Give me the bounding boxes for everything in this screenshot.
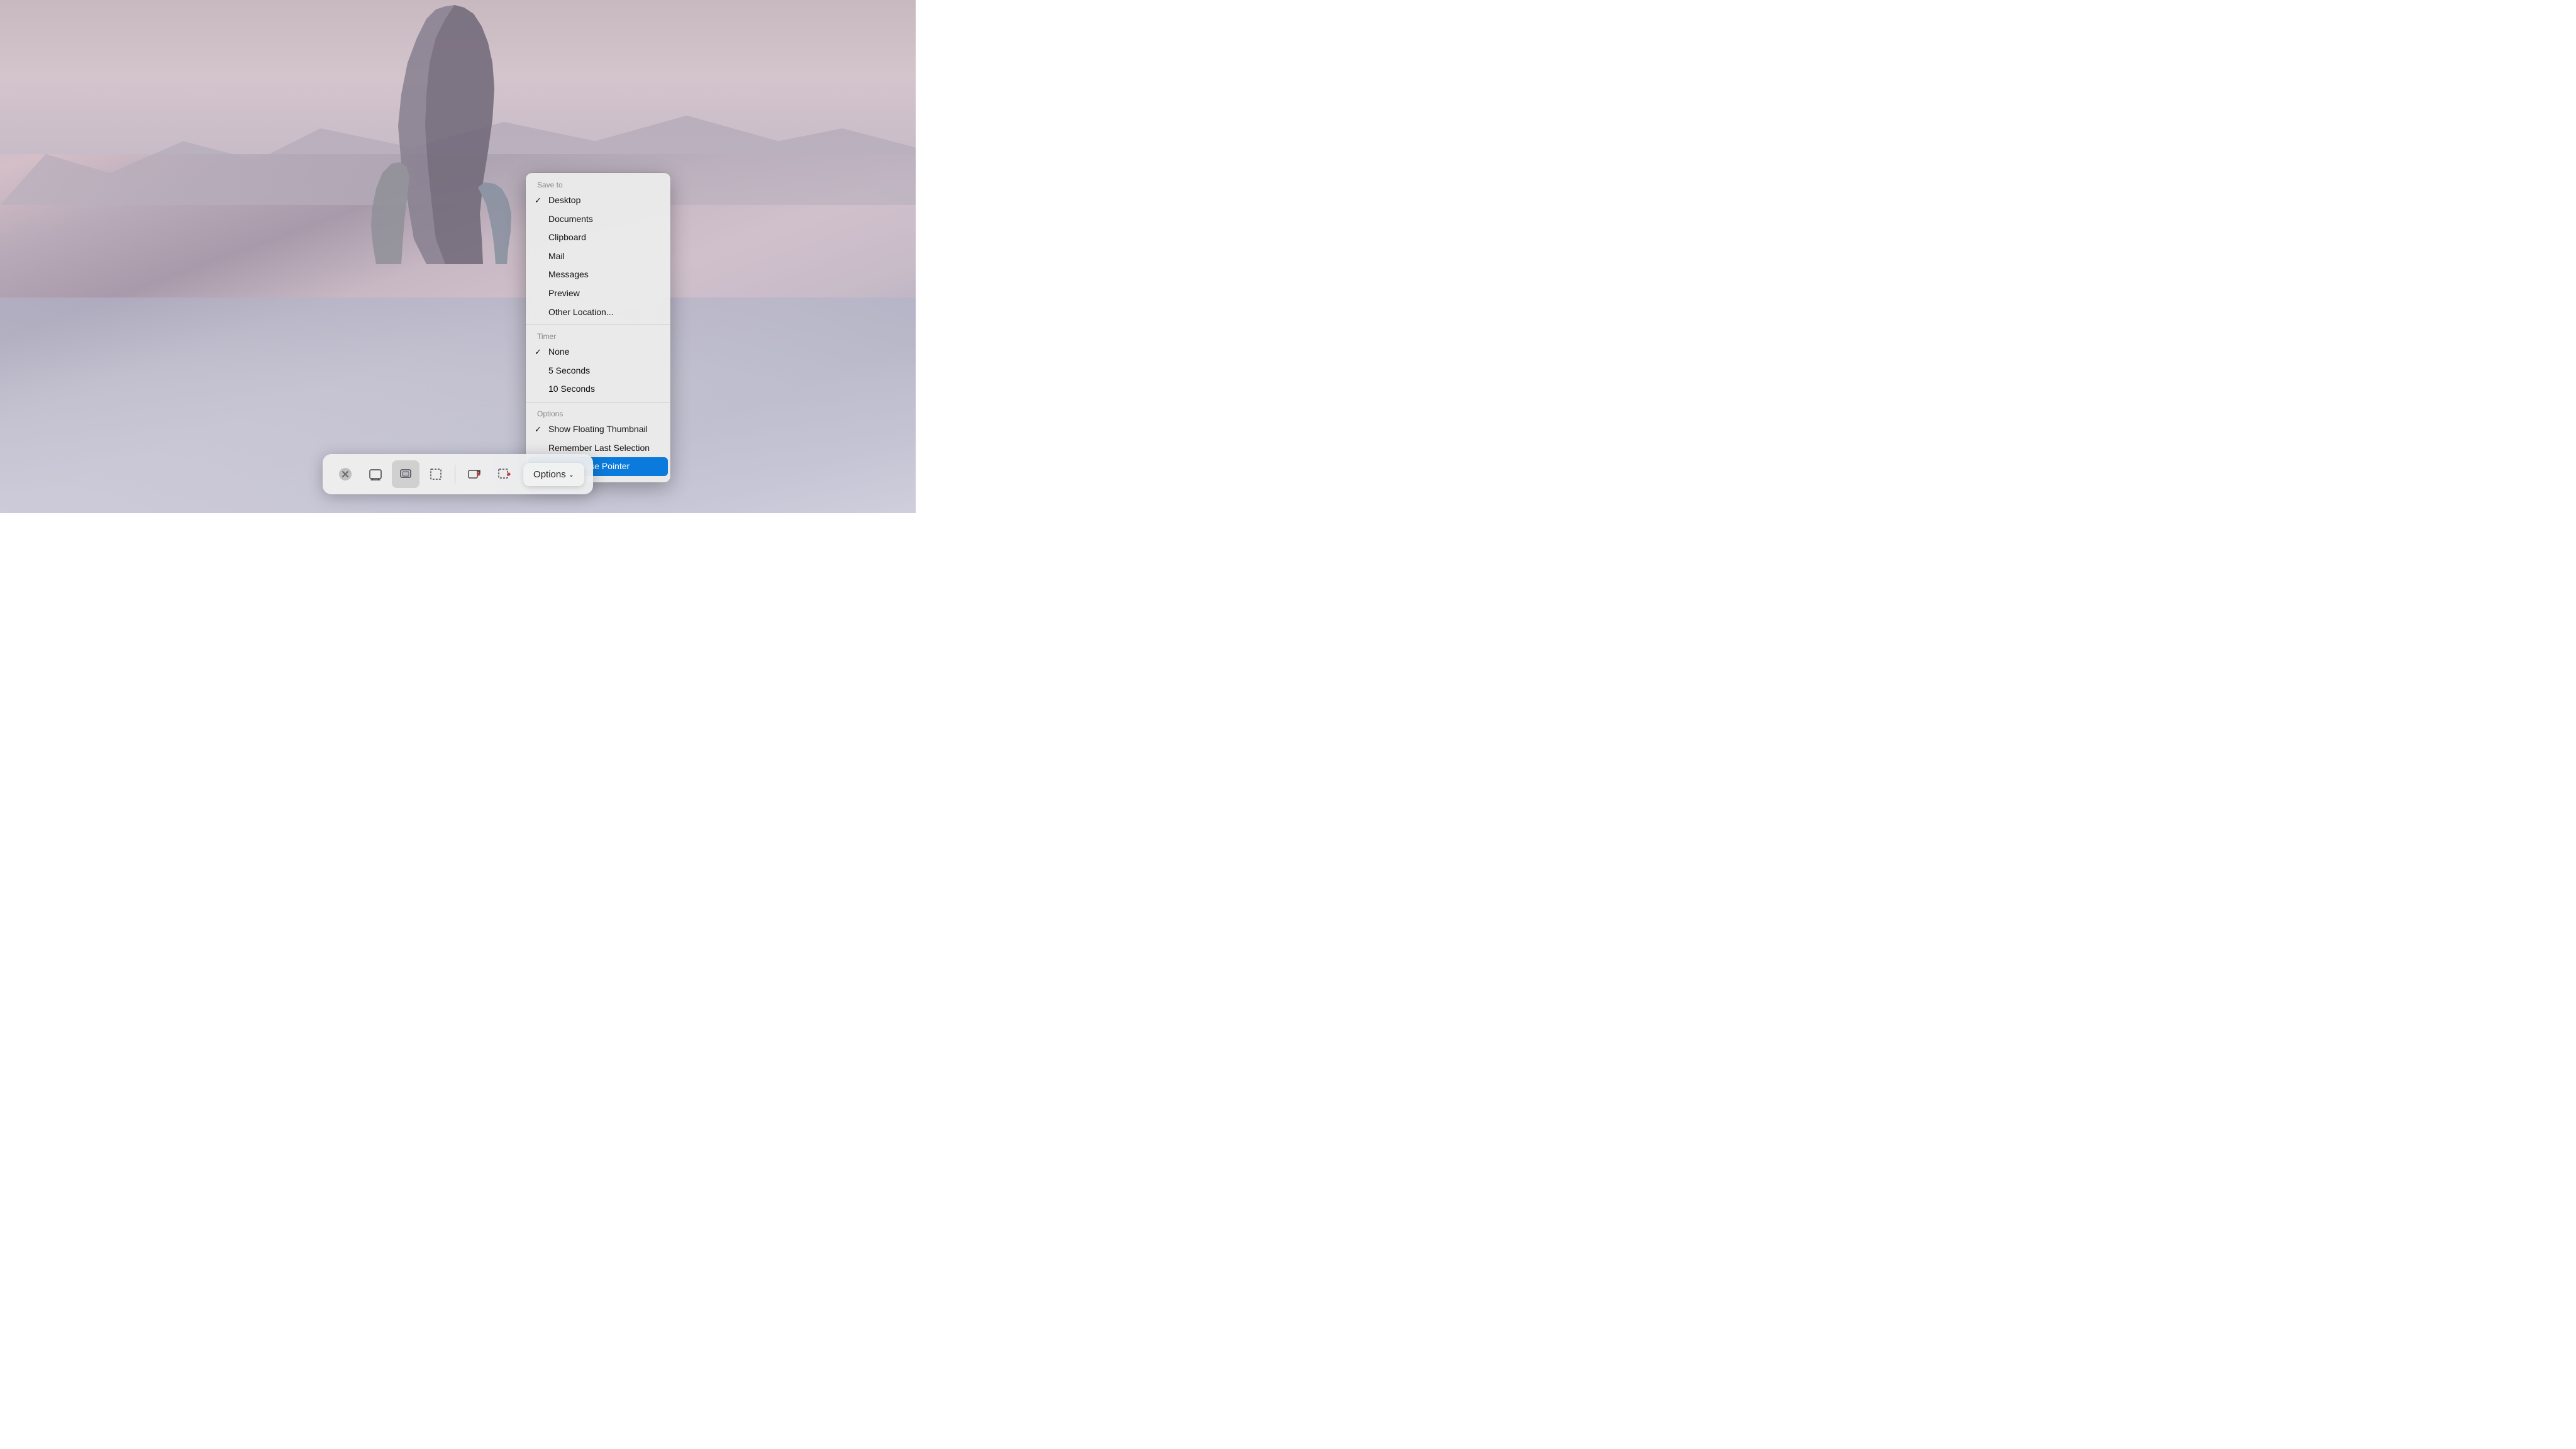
menu-item-desktop[interactable]: ✓ Desktop [526,191,670,210]
options-chevron-icon: ⌄ [569,470,574,479]
5-seconds-label: 5 Seconds [548,365,590,377]
fullscreen-icon [368,467,383,482]
menu-item-messages[interactable]: Messages [526,265,670,284]
record-selection-button[interactable] [491,460,518,488]
none-label: None [548,346,569,358]
desktop-background [0,0,916,513]
capture-selection-button[interactable] [422,460,450,488]
check-floating-thumbnail: ✓ [535,424,541,435]
menu-item-none[interactable]: ✓ None [526,343,670,362]
documents-label: Documents [548,213,593,226]
menu-item-documents[interactable]: Documents [526,210,670,229]
capture-window-button[interactable] [392,460,419,488]
save-to-header: Save to [526,177,670,191]
menu-item-other-location[interactable]: Other Location... [526,303,670,322]
check-none: ✓ [535,347,541,358]
preview-label: Preview [548,287,580,300]
record-screen-icon [467,467,482,482]
menu-item-10-seconds[interactable]: 10 Seconds [526,380,670,399]
remember-last-selection-label: Remember Last Selection [548,442,650,455]
selection-icon [428,467,443,482]
options-label: Options [533,469,566,480]
record-screen-button[interactable] [460,460,488,488]
desktop-label: Desktop [548,194,580,207]
menu-item-clipboard[interactable]: Clipboard [526,228,670,247]
screenshot-toolbar: Options ⌄ [323,454,593,494]
menu-item-show-floating-thumbnail[interactable]: ✓ Show Floating Thumbnail [526,420,670,439]
timer-header: Timer [526,328,670,343]
other-location-label: Other Location... [548,306,614,319]
options-button[interactable]: Options ⌄ [523,463,584,486]
close-icon [338,467,353,482]
10-seconds-label: 10 Seconds [548,383,595,396]
close-button[interactable] [331,460,359,488]
menu-item-mail[interactable]: Mail [526,247,670,266]
window-icon [398,467,413,482]
floating-thumbnail-label: Show Floating Thumbnail [548,423,648,436]
mail-label: Mail [548,250,565,263]
context-menu: Save to ✓ Desktop Documents Clipboard Ma… [526,173,670,482]
options-header: Options [526,406,670,420]
menu-item-preview[interactable]: Preview [526,284,670,303]
clipboard-label: Clipboard [548,231,586,244]
capture-fullscreen-button[interactable] [362,460,389,488]
menu-item-5-seconds[interactable]: 5 Seconds [526,362,670,380]
check-desktop: ✓ [535,195,541,206]
record-selection-icon [497,467,512,482]
messages-label: Messages [548,269,589,281]
